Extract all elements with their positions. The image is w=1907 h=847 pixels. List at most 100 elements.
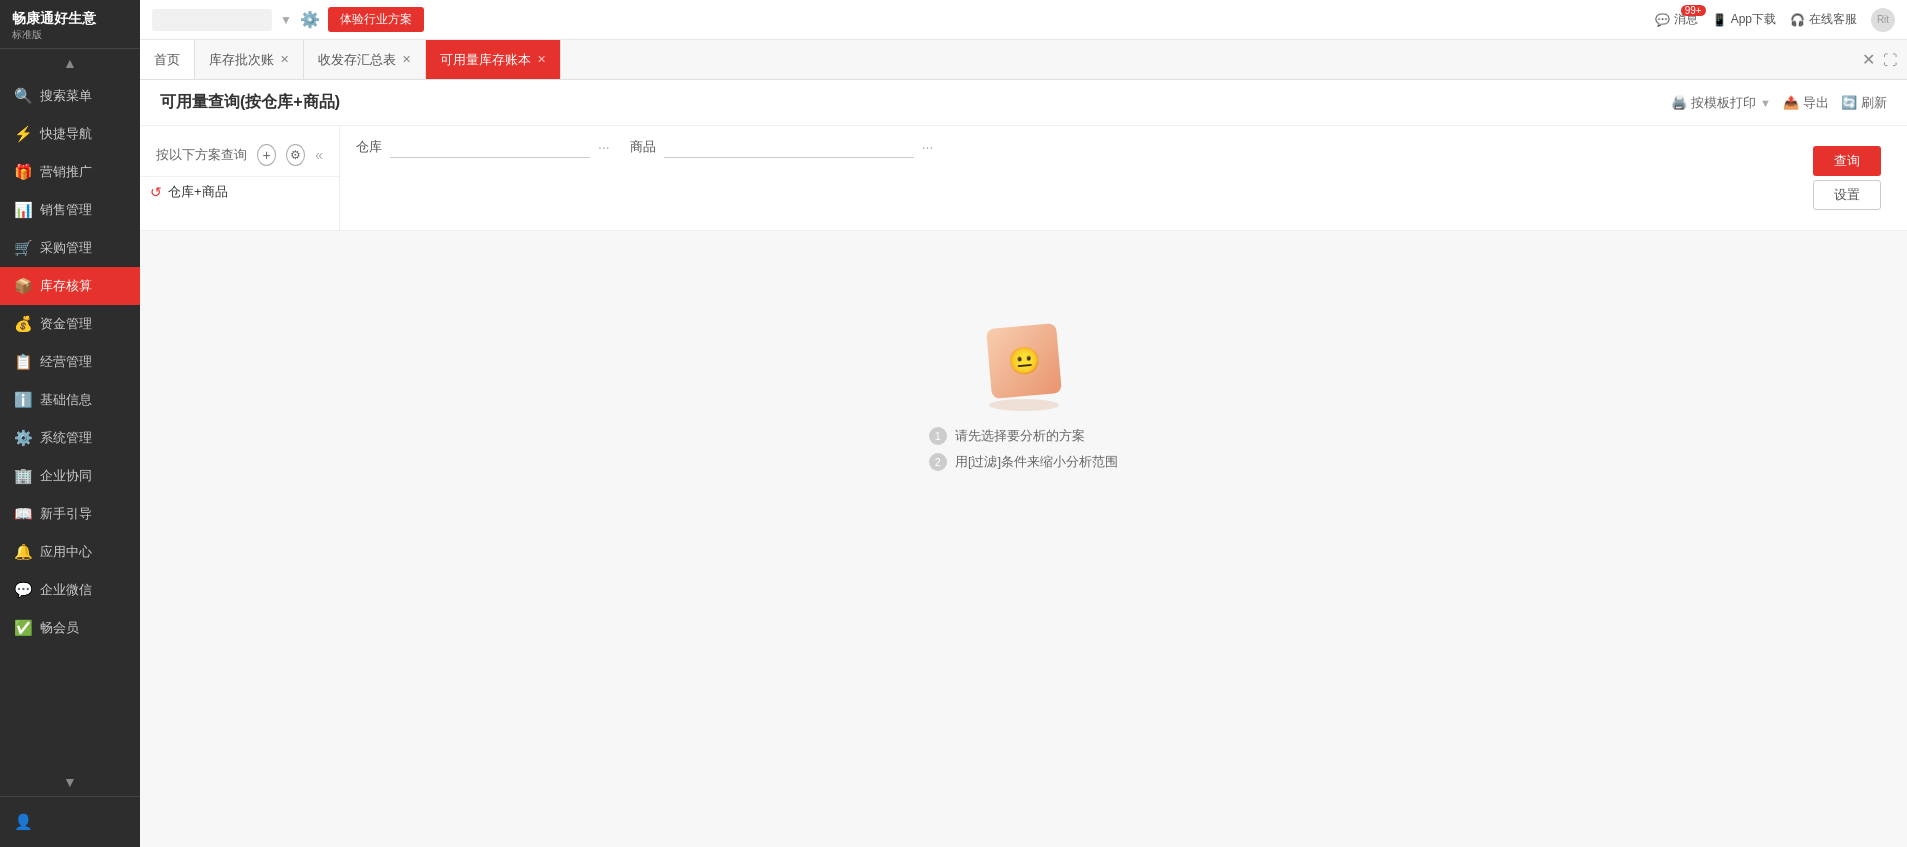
warehouse-more-icon[interactable]: ··· <box>598 139 610 155</box>
warehouse-input[interactable] <box>390 136 590 158</box>
sidebar-item-purchase[interactable]: 🛒 采购管理 <box>0 229 140 267</box>
sidebar-bottom: 👤 <box>0 796 140 847</box>
filter-label: 按以下方案查询 <box>156 146 247 164</box>
query-buttons: 查询 设置 <box>1803 136 1891 220</box>
sidebar-item-label-newuser: 新手引导 <box>40 505 92 523</box>
warehouse-label: 仓库 <box>356 138 382 156</box>
trial-button[interactable]: 体验行业方案 <box>328 7 424 32</box>
scheme-item-warehouse-product[interactable]: ↺ 仓库+商品 <box>140 177 339 207</box>
empty-hint-2-text: 用[过滤]条件来缩小分析范围 <box>955 453 1118 471</box>
app-icon: 📱 <box>1712 13 1727 27</box>
topbar-app-download[interactable]: 📱 App下载 <box>1712 11 1776 28</box>
export-action[interactable]: 📤 导出 <box>1783 94 1829 112</box>
appstore-icon: 🔔 <box>14 543 32 561</box>
sidebar-scroll-up[interactable]: ▲ <box>0 49 140 77</box>
tab-home[interactable]: 首页 <box>140 40 195 79</box>
print-action[interactable]: 🖨️ 按模板打印 ▼ <box>1671 94 1771 112</box>
settings-button[interactable]: 设置 <box>1813 180 1881 210</box>
sidebar-item-label-purchase: 采购管理 <box>40 239 92 257</box>
tabbar-end: ✕ ⛶ <box>1852 40 1907 79</box>
tab-summary[interactable]: 收发存汇总表 ✕ <box>304 40 426 79</box>
notification-badge: 99+ <box>1681 5 1706 16</box>
sidebar-item-enterprise[interactable]: 🏢 企业协同 <box>0 457 140 495</box>
product-more-icon[interactable]: ··· <box>922 139 934 155</box>
sidebar-item-sales[interactable]: 📊 销售管理 <box>0 191 140 229</box>
sidebar-item-label-shortcut: 快捷导航 <box>40 125 92 143</box>
sidebar-item-label-marketing: 营销推广 <box>40 163 92 181</box>
empty-shadow <box>989 399 1059 411</box>
tab-available[interactable]: 可用量库存账本 ✕ <box>426 40 561 79</box>
tab-batch[interactable]: 库存批次账 ✕ <box>195 40 304 79</box>
refresh-label: 刷新 <box>1861 94 1887 112</box>
page-title: 可用量查询(按仓库+商品) <box>160 92 340 113</box>
empty-face-icon: 😐 <box>1006 344 1041 378</box>
tabbar-close-button[interactable]: ✕ <box>1862 50 1875 69</box>
tab-batch-label: 库存批次账 <box>209 51 274 69</box>
page-header-actions: 🖨️ 按模板打印 ▼ 📤 导出 🔄 刷新 <box>1671 94 1887 112</box>
filter-add-button[interactable]: + <box>257 144 276 166</box>
weixin-icon: 💬 <box>14 581 32 599</box>
sidebar-item-label-weixin: 企业微信 <box>40 581 92 599</box>
topbar-search-input[interactable] <box>152 9 272 31</box>
empty-hint-2: 2 用[过滤]条件来缩小分析范围 <box>929 453 1118 471</box>
query-area: 按以下方案查询 + ⚙ « ↺ 仓库+商品 仓库 <box>140 126 1907 231</box>
sidebar-brand: 畅康通好生意 <box>12 10 128 28</box>
sidebar-item-label-basic: 基础信息 <box>40 391 92 409</box>
sidebar-item-label-search: 搜索菜单 <box>40 87 92 105</box>
operations-icon: 📋 <box>14 353 32 371</box>
filter-settings-button[interactable]: ⚙ <box>286 144 305 166</box>
topbar-online-service[interactable]: 🎧 在线客服 <box>1790 11 1857 28</box>
sidebar-item-label-enterprise: 企业协同 <box>40 467 92 485</box>
sidebar: 畅康通好生意 标准版 ▲ 🔍 搜索菜单 ⚡ 快捷导航 🎁 营销推广 📊 销售管理… <box>0 0 140 847</box>
topbar-dropdown-icon[interactable]: ▼ <box>280 13 292 27</box>
sidebar-item-weixin[interactable]: 💬 企业微信 <box>0 571 140 609</box>
sidebar-item-label-member: 畅会员 <box>40 619 79 637</box>
query-button[interactable]: 查询 <box>1813 146 1881 176</box>
sidebar-item-system[interactable]: ⚙️ 系统管理 <box>0 419 140 457</box>
sidebar-item-operations[interactable]: 📋 经营管理 <box>0 343 140 381</box>
sidebar-item-label-finance: 资金管理 <box>40 315 92 333</box>
sidebar-item-shortcut[interactable]: ⚡ 快捷导航 <box>0 115 140 153</box>
sales-icon: 📊 <box>14 201 32 219</box>
sidebar-header: 畅康通好生意 标准版 <box>0 0 140 49</box>
tabbar-expand-button[interactable]: ⛶ <box>1883 52 1897 68</box>
user-name: Rit <box>1877 14 1889 25</box>
member-icon: ✅ <box>14 619 32 637</box>
marketing-icon: 🎁 <box>14 163 32 181</box>
purchase-icon: 🛒 <box>14 239 32 257</box>
sidebar-item-label-inventory: 库存核算 <box>40 277 92 295</box>
sidebar-item-basic[interactable]: ℹ️ 基础信息 <box>0 381 140 419</box>
sidebar-item-appstore[interactable]: 🔔 应用中心 <box>0 533 140 571</box>
topbar-gear-icon[interactable]: ⚙️ <box>300 10 320 29</box>
user-avatar[interactable]: Rit <box>1871 8 1895 32</box>
sidebar-item-marketing[interactable]: 🎁 营销推广 <box>0 153 140 191</box>
sidebar-item-finance[interactable]: 💰 资金管理 <box>0 305 140 343</box>
hint-num-1: 1 <box>929 427 947 445</box>
sidebar-scroll-down[interactable]: ▼ <box>0 768 140 796</box>
sidebar-nav: 🔍 搜索菜单 ⚡ 快捷导航 🎁 营销推广 📊 销售管理 🛒 采购管理 📦 库存核… <box>0 77 140 768</box>
scheme-panel: 按以下方案查询 + ⚙ « ↺ 仓库+商品 <box>140 126 340 230</box>
product-field: 商品 ··· <box>630 136 934 158</box>
topbar-right: 💬 消息 99+ 📱 App下载 🎧 在线客服 Rit <box>1655 8 1895 32</box>
sidebar-item-label-system: 系统管理 <box>40 429 92 447</box>
inventory-icon: 📦 <box>14 277 32 295</box>
tab-available-close-icon[interactable]: ✕ <box>537 53 546 66</box>
product-input[interactable] <box>664 136 914 158</box>
sidebar-item-newuser[interactable]: 📖 新手引导 <box>0 495 140 533</box>
refresh-action[interactable]: 🔄 刷新 <box>1841 94 1887 112</box>
finance-icon: 💰 <box>14 315 32 333</box>
sidebar-item-search[interactable]: 🔍 搜索菜单 <box>0 77 140 115</box>
print-dropdown-icon[interactable]: ▼ <box>1760 97 1771 109</box>
topbar-notification[interactable]: 💬 消息 99+ <box>1655 11 1698 28</box>
shortcut-icon: ⚡ <box>14 125 32 143</box>
sidebar-item-inventory[interactable]: 📦 库存核算 <box>0 267 140 305</box>
sidebar-item-member[interactable]: ✅ 畅会员 <box>0 609 140 647</box>
basic-icon: ℹ️ <box>14 391 32 409</box>
sidebar-bottom-user[interactable]: 👤 <box>0 805 140 839</box>
filter-collapse-icon[interactable]: « <box>315 147 323 163</box>
sidebar-item-label-appstore: 应用中心 <box>40 543 92 561</box>
notification-icon: 💬 <box>1655 13 1670 27</box>
tab-batch-close-icon[interactable]: ✕ <box>280 53 289 66</box>
tab-summary-close-icon[interactable]: ✕ <box>402 53 411 66</box>
empty-box-icon: 😐 <box>986 323 1062 399</box>
